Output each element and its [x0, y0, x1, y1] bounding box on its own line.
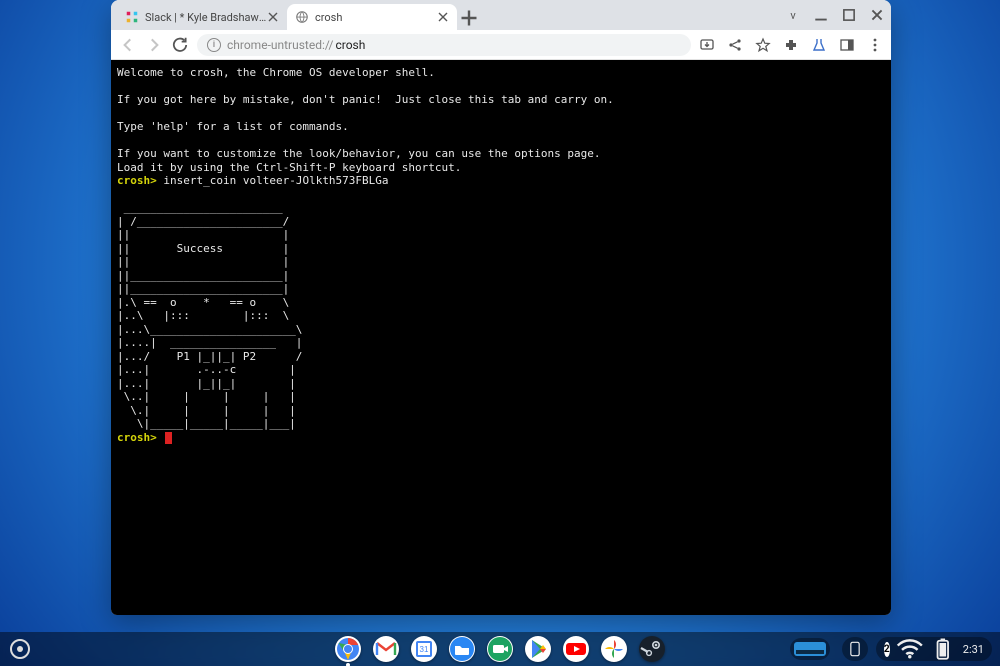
- tab-crosh[interactable]: crosh: [287, 4, 457, 30]
- app-steam[interactable]: [639, 636, 665, 662]
- launcher-button[interactable]: [10, 639, 30, 659]
- slack-icon: [125, 10, 139, 24]
- tab-slack[interactable]: Slack | * Kyle Bradshaw | 925: [117, 4, 287, 30]
- close-icon[interactable]: [437, 11, 449, 23]
- shelf-apps: 31: [335, 636, 665, 662]
- svg-text:31: 31: [420, 645, 429, 654]
- site-info-icon[interactable]: i: [207, 38, 221, 52]
- close-icon[interactable]: [267, 11, 279, 23]
- globe-icon: [295, 10, 309, 24]
- status-tray[interactable]: 2 2:31: [876, 637, 992, 661]
- side-panel-icon[interactable]: [839, 37, 855, 53]
- chromeos-shelf: 31 2 2:31: [0, 632, 1000, 666]
- tab-strip: Slack | * Kyle Bradshaw | 925 crosh v: [111, 0, 891, 30]
- tab-title: crosh: [315, 11, 437, 24]
- crosh-terminal[interactable]: Welcome to crosh, the Chrome OS develope…: [111, 60, 891, 615]
- omnibox[interactable]: i chrome-untrusted://crosh: [197, 34, 691, 56]
- bookmark-icon[interactable]: [755, 37, 771, 53]
- chevron-down-icon[interactable]: v: [785, 7, 801, 23]
- menu-icon[interactable]: [867, 37, 883, 53]
- new-tab-button[interactable]: [457, 6, 481, 30]
- app-files[interactable]: [449, 636, 475, 662]
- phone-hub-button[interactable]: [842, 637, 868, 661]
- reload-button[interactable]: [171, 36, 189, 54]
- extensions-icon[interactable]: [783, 37, 799, 53]
- toolbar-actions: [699, 37, 883, 53]
- chrome-window: Slack | * Kyle Bradshaw | 925 crosh v: [111, 0, 891, 615]
- wifi-icon: [896, 637, 924, 661]
- app-photos[interactable]: [601, 636, 627, 662]
- app-calendar[interactable]: 31: [411, 636, 437, 662]
- labs-icon[interactable]: [811, 37, 827, 53]
- battery-icon: [929, 637, 957, 661]
- url-scheme: chrome-untrusted://: [227, 38, 333, 52]
- app-chrome[interactable]: [335, 636, 361, 662]
- notification-badge: 2: [884, 642, 890, 657]
- app-play-store[interactable]: [525, 636, 551, 662]
- toolbar: i chrome-untrusted://crosh: [111, 30, 891, 60]
- maximize-icon[interactable]: [841, 7, 857, 23]
- install-icon[interactable]: [699, 37, 715, 53]
- tab-title: Slack | * Kyle Bradshaw | 925: [145, 11, 267, 24]
- url-path: crosh: [335, 38, 365, 52]
- app-gmail[interactable]: [373, 636, 399, 662]
- app-camera[interactable]: [487, 636, 513, 662]
- close-window-icon[interactable]: [869, 7, 885, 23]
- minimize-icon[interactable]: [813, 7, 829, 23]
- back-button[interactable]: [119, 36, 137, 54]
- share-icon[interactable]: [727, 37, 743, 53]
- holding-space[interactable]: [790, 638, 830, 660]
- clock: 2:31: [963, 643, 984, 656]
- app-youtube[interactable]: [563, 636, 589, 662]
- forward-button[interactable]: [145, 36, 163, 54]
- window-controls: v: [785, 0, 885, 30]
- status-area: 2 2:31: [842, 632, 992, 666]
